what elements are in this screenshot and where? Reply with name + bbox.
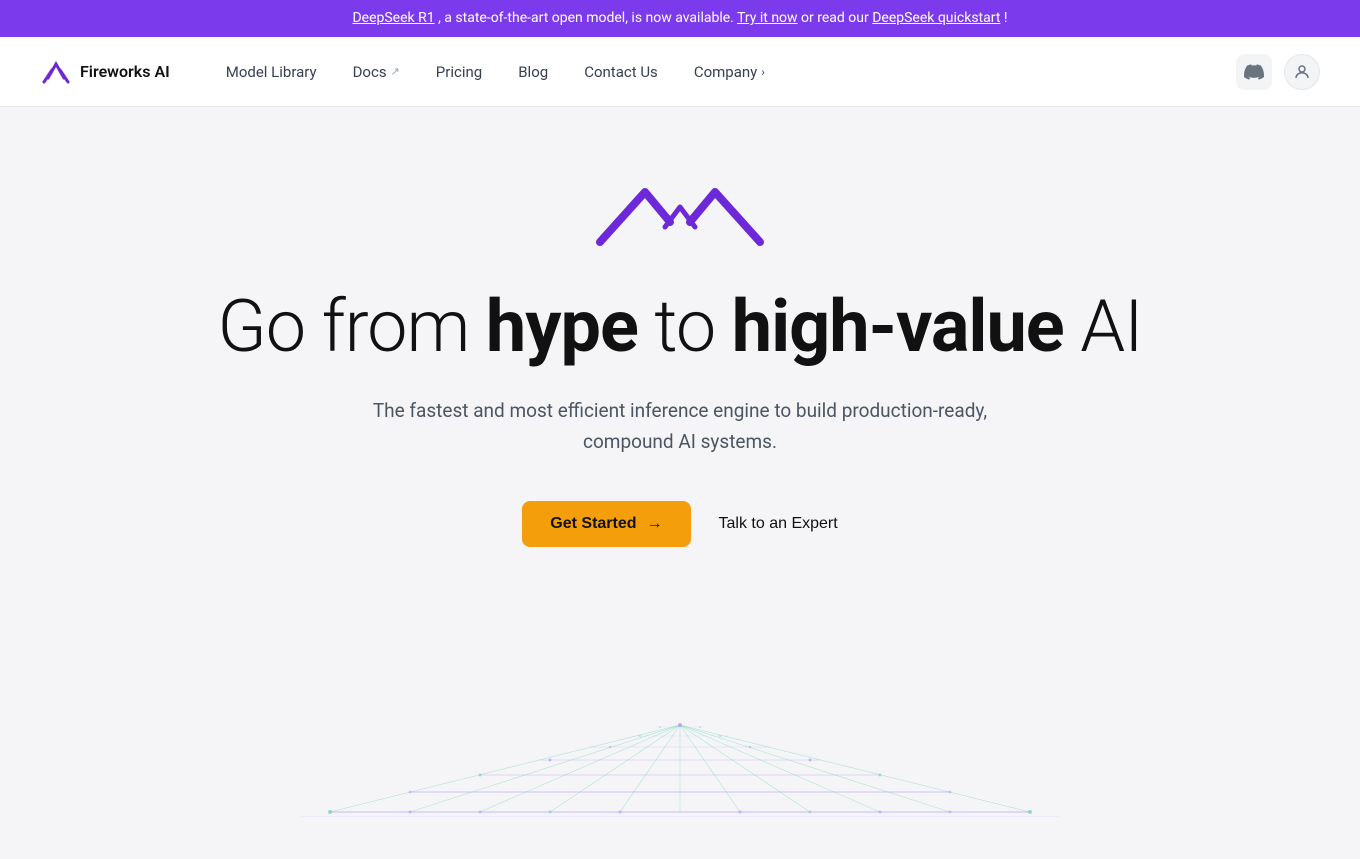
nav-pricing[interactable]: Pricing <box>420 55 498 89</box>
hero-title-high-value: high-value <box>732 284 1064 369</box>
hero-subtitle: The fastest and most efficient inference… <box>330 396 1030 457</box>
talk-to-expert-button[interactable]: Talk to an Expert <box>719 515 838 533</box>
nav-blog[interactable]: Blog <box>502 55 564 89</box>
nav-right <box>1236 54 1320 90</box>
hero-title-part3: AI <box>1064 284 1143 369</box>
nav-pricing-label: Pricing <box>436 63 482 81</box>
external-link-icon: ↗ <box>391 65 400 78</box>
discord-icon <box>1244 62 1264 82</box>
hero-logo-icon <box>590 167 770 257</box>
banner-text-end: ! <box>1004 10 1008 26</box>
get-started-label: Get Started <box>550 515 636 533</box>
deepseek-quickstart-link[interactable]: DeepSeek quickstart <box>872 10 1000 26</box>
announcement-banner: DeepSeek R1 , a state-of-the-art open mo… <box>0 0 1360 37</box>
grid-visualization <box>280 617 1080 817</box>
deepseek-r1-link[interactable]: DeepSeek R1 <box>352 10 434 26</box>
nav-model-library[interactable]: Model Library <box>210 55 333 89</box>
nav-blog-label: Blog <box>518 63 548 81</box>
talk-to-expert-label: Talk to an Expert <box>719 515 838 532</box>
perspective-grid-svg <box>280 617 1080 817</box>
hero-buttons: Get Started → Talk to an Expert <box>522 501 837 547</box>
nav-company[interactable]: Company › <box>678 55 781 89</box>
logo-text: Fireworks AI <box>80 62 170 81</box>
hero-title-part2: to <box>638 284 732 369</box>
hero-section: Go from hype to high-value AI The fastes… <box>0 107 1360 857</box>
hero-title-part1: Go from <box>218 284 486 369</box>
banner-text-middle: , a state-of-the-art open model, is now … <box>438 10 734 26</box>
nav-docs[interactable]: Docs ↗ <box>337 55 416 89</box>
logo[interactable]: Fireworks AI <box>40 56 170 88</box>
try-it-now-link[interactable]: Try it now <box>737 10 798 26</box>
nav-links: Model Library Docs ↗ Pricing Blog Contac… <box>210 55 1236 89</box>
fireworks-logo-icon <box>40 56 72 88</box>
user-account-button[interactable] <box>1284 54 1320 90</box>
nav-docs-label: Docs <box>353 63 387 81</box>
get-started-button[interactable]: Get Started → <box>522 501 690 547</box>
user-icon <box>1293 63 1311 81</box>
banner-text-after: or read our <box>801 10 872 26</box>
arrow-right-icon: → <box>647 515 663 533</box>
banner-text: DeepSeek R1 , a state-of-the-art open mo… <box>352 10 1007 26</box>
nav-contact-us[interactable]: Contact Us <box>568 55 674 89</box>
nav-model-library-label: Model Library <box>226 63 317 81</box>
discord-button[interactable] <box>1236 54 1272 90</box>
chevron-down-icon: › <box>761 65 765 79</box>
nav-contact-us-label: Contact Us <box>584 63 658 81</box>
nav-company-label: Company <box>694 63 757 81</box>
navbar: Fireworks AI Model Library Docs ↗ Pricin… <box>0 37 1360 107</box>
hero-title: Go from hype to high-value AI <box>218 287 1143 366</box>
hero-title-hype: hype <box>486 284 638 369</box>
